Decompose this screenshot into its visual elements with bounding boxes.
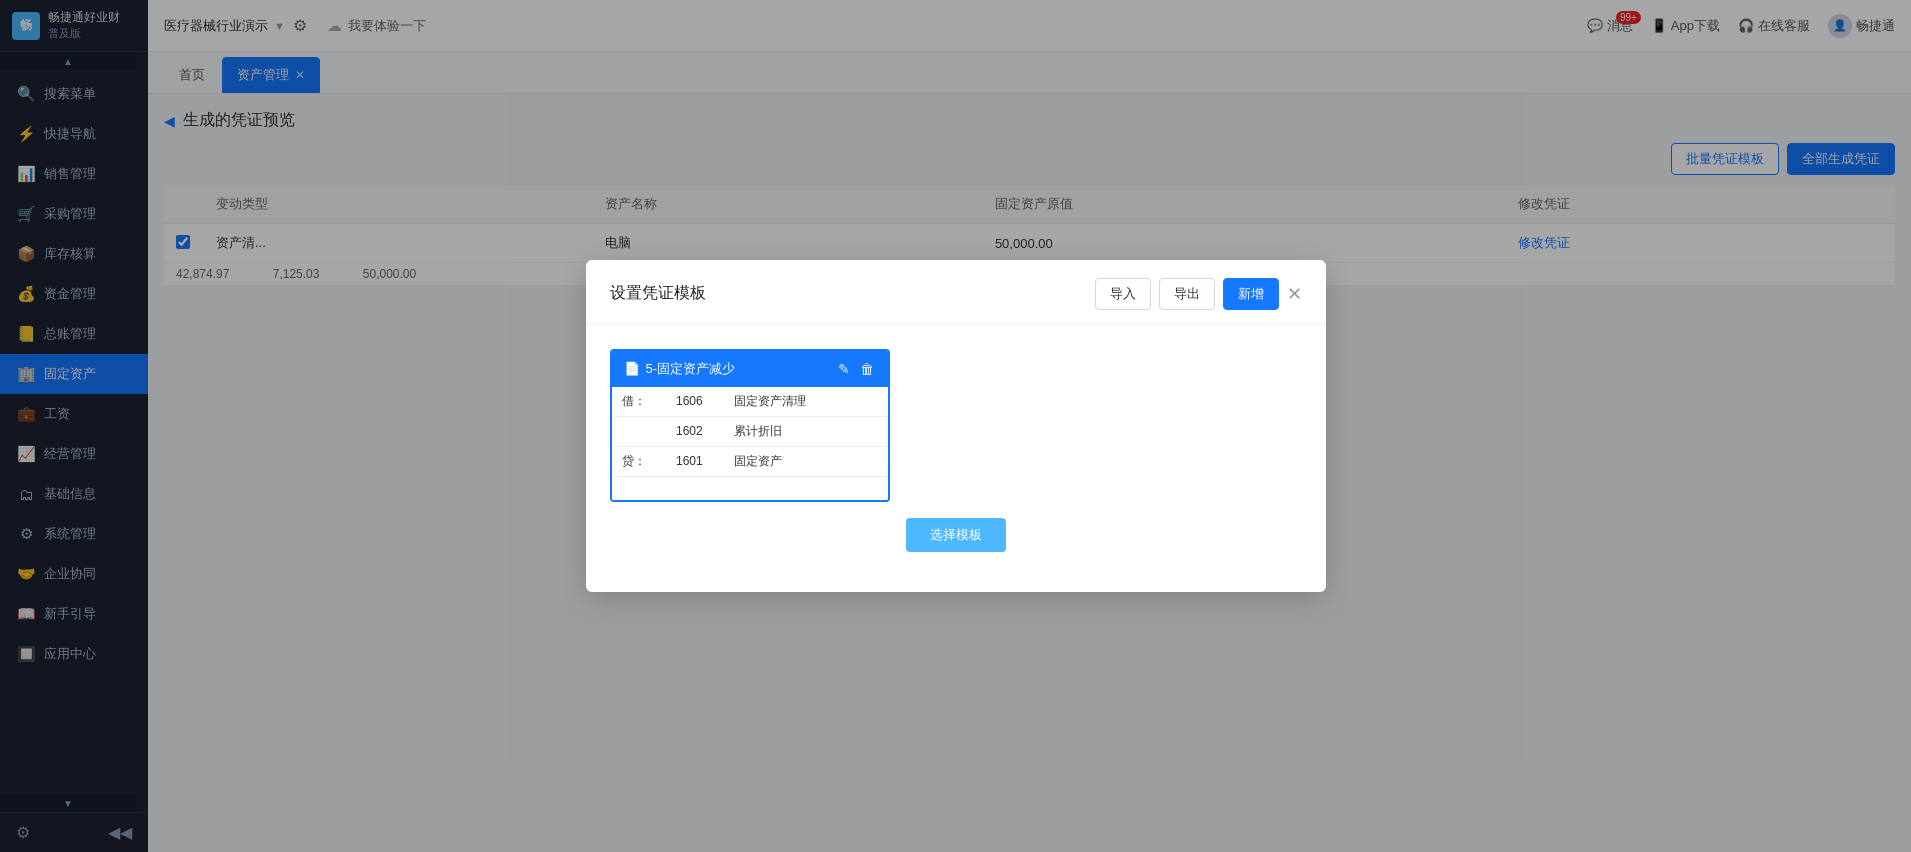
template-row-3: 贷： 1601 固定资产 xyxy=(612,446,888,476)
modal-overlay: 设置凭证模板 导入 导出 新增 ✕ 📄 5-固定资产减少 ✎ 🗑 xyxy=(0,0,1911,852)
export-button[interactable]: 导出 xyxy=(1159,278,1215,310)
template-footer: 选择模板 xyxy=(610,502,1302,568)
template-delete-button[interactable]: 🗑 xyxy=(858,359,876,379)
template-name: 5-固定资产减少 xyxy=(646,360,736,378)
template-row-side: 贷： xyxy=(612,446,667,476)
template-title: 📄 5-固定资产减少 xyxy=(624,360,736,378)
template-row-debit xyxy=(838,387,863,417)
template-row-credit-empty xyxy=(863,476,888,500)
template-row-name: 固定资产 xyxy=(724,446,838,476)
import-button[interactable]: 导入 xyxy=(1095,278,1151,310)
template-row-debit xyxy=(838,416,863,446)
template-row-side: 借： xyxy=(612,387,667,417)
template-edit-button[interactable]: ✎ xyxy=(836,359,852,379)
template-card-header: 📄 5-固定资产减少 ✎ 🗑 xyxy=(612,351,888,387)
modal-body: 📄 5-固定资产减少 ✎ 🗑 借： 1606 固 xyxy=(586,325,1326,593)
template-row-name: 固定资产清理 xyxy=(724,387,838,417)
template-row-empty xyxy=(612,476,888,500)
template-row-debit xyxy=(838,446,863,476)
modal-close-button[interactable]: ✕ xyxy=(1287,285,1302,303)
template-row-code: 1601 xyxy=(666,446,724,476)
modal-title: 设置凭证模板 xyxy=(610,283,706,304)
template-row-code-empty xyxy=(666,476,724,500)
template-body: 借： 1606 固定资产清理 1602 累计折旧 xyxy=(612,387,888,501)
new-button[interactable]: 新增 xyxy=(1223,278,1279,310)
select-template-button[interactable]: 选择模板 xyxy=(906,518,1006,552)
modal-header: 设置凭证模板 导入 导出 新增 ✕ xyxy=(586,260,1326,325)
modal-header-actions: 导入 导出 新增 ✕ xyxy=(1095,278,1302,310)
template-row-credit xyxy=(863,387,888,417)
template-row-2: 1602 累计折旧 xyxy=(612,416,888,446)
template-card: 📄 5-固定资产减少 ✎ 🗑 借： 1606 固 xyxy=(610,349,890,503)
template-table: 借： 1606 固定资产清理 1602 累计折旧 xyxy=(612,387,888,501)
template-row-side xyxy=(612,416,667,446)
template-row-code: 1606 xyxy=(666,387,724,417)
template-row-1: 借： 1606 固定资产清理 xyxy=(612,387,888,417)
template-row-credit xyxy=(863,446,888,476)
template-row-name-empty xyxy=(724,476,838,500)
template-row-debit-empty xyxy=(838,476,863,500)
template-card-actions: ✎ 🗑 xyxy=(836,359,876,379)
template-row-code: 1602 xyxy=(666,416,724,446)
template-row-side-empty xyxy=(612,476,667,500)
template-doc-icon: 📄 xyxy=(624,361,640,376)
template-row-credit xyxy=(863,416,888,446)
set-template-modal: 设置凭证模板 导入 导出 新增 ✕ 📄 5-固定资产减少 ✎ 🗑 xyxy=(586,260,1326,593)
template-row-name: 累计折旧 xyxy=(724,416,838,446)
